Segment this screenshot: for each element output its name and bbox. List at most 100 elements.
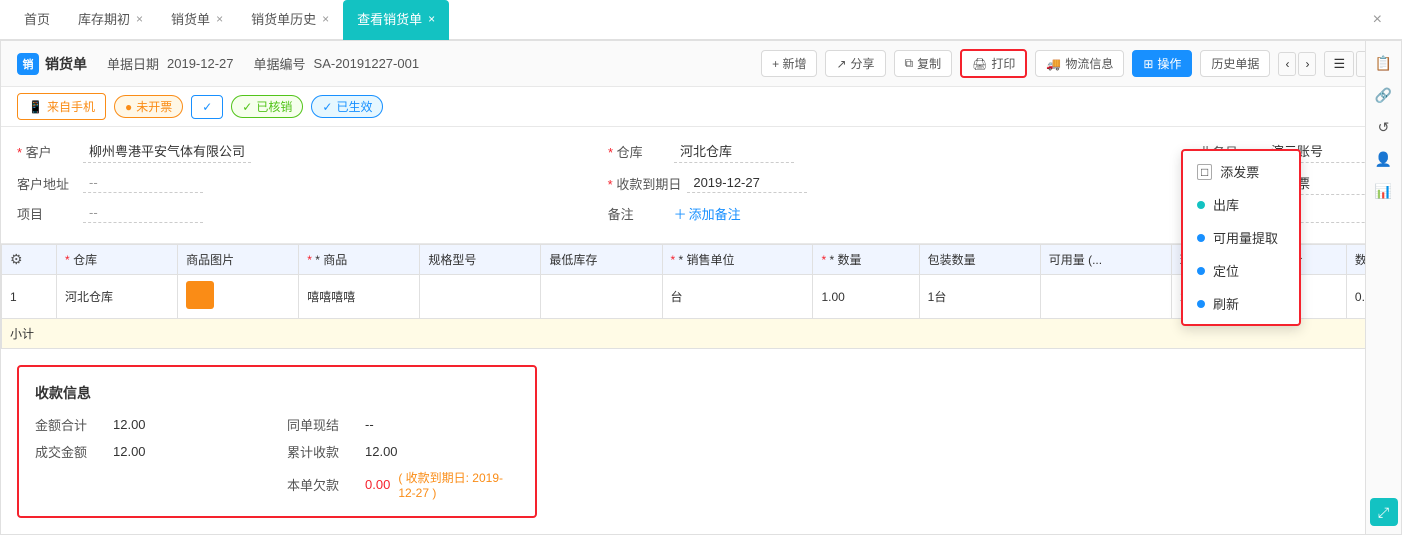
tab-sales[interactable]: 销货单 ×	[157, 0, 237, 40]
operate-button[interactable]: ⊞ 操作	[1132, 50, 1192, 77]
list-view-button[interactable]: ☰	[1324, 51, 1354, 77]
col-product-img: 商品图片	[178, 245, 299, 275]
share-button[interactable]: ↗ 分享	[825, 50, 885, 77]
close-all-button[interactable]: ×	[1363, 11, 1392, 29]
not-open-badge: ● 未开票	[114, 95, 183, 118]
plus-icon: ＋	[674, 204, 687, 223]
row-product: 嘻嘻嘻嘻	[299, 275, 420, 319]
refresh-item[interactable]: 刷新	[1183, 287, 1299, 320]
check2-icon: ✓	[322, 100, 332, 114]
nav-arrows: ‹ ›	[1278, 52, 1316, 76]
from-phone-button[interactable]: 📱 来自手机	[17, 93, 106, 120]
add-invoice-item[interactable]: □ 添发票	[1183, 155, 1299, 188]
row-quantity: 1.00	[813, 275, 919, 319]
tab-sales-history[interactable]: 销货单历史 ×	[237, 0, 343, 40]
sidebar-chart-icon[interactable]: 📊	[1370, 177, 1398, 205]
address-value[interactable]: --	[83, 173, 203, 193]
locate-label: 定位	[1213, 261, 1239, 280]
outbound-label: 出库	[1213, 195, 1239, 214]
form-row-1: 客户 柳州粤港平安气体有限公司 仓库 河北仓库 业务员 演示账号	[17, 139, 1385, 163]
arrears-label: 本单欠款	[287, 475, 357, 494]
history-button[interactable]: 历史单据	[1200, 50, 1270, 77]
sidebar-refresh-icon[interactable]: ↺	[1370, 113, 1398, 141]
outbound-item[interactable]: 出库	[1183, 188, 1299, 221]
sidebar-user-icon[interactable]: 👤	[1370, 145, 1398, 173]
due-date-label: 收款到期日	[608, 174, 682, 193]
transaction-row: 成交金额 12.00	[35, 442, 267, 461]
sold-out-badge: ✓ 已核销	[231, 95, 303, 118]
print-icon: 🖨	[972, 57, 987, 71]
address-group: 客户地址 --	[17, 173, 608, 193]
refresh-label: 刷新	[1213, 294, 1239, 313]
new-button[interactable]: + 新增	[761, 50, 817, 77]
due-info: ( 收款到期日: 2019-12-27 )	[398, 469, 519, 500]
warehouse-value[interactable]: 河北仓库	[674, 139, 794, 163]
col-package-qty: 包装数量	[919, 245, 1040, 275]
col-settings[interactable]: ⚙	[2, 245, 57, 275]
same-bill-row: 同单现结 --	[287, 415, 519, 434]
customer-value[interactable]: 柳州粤港平安气体有限公司	[83, 139, 251, 163]
col-unit: * 销售单位	[662, 245, 813, 275]
col-quantity: * 数量	[813, 245, 919, 275]
arrears-row: 本单欠款 0.00 ( 收款到期日: 2019-12-27 )	[287, 469, 519, 500]
form-row-2: 客户地址 -- 收款到期日 2019-12-27 票据类型 不开票	[17, 171, 1385, 195]
total-row: 金额合计 12.00	[35, 415, 267, 434]
sub-action-bar: 📱 来自手机 ● 未开票 ✓ ✓ 已核销 ✓ 已生效	[1, 87, 1401, 127]
transaction-value: 12.00	[113, 444, 146, 459]
col-product: * 商品	[299, 245, 420, 275]
col-min-stock: 最低库存	[541, 245, 662, 275]
sidebar-clipboard-icon[interactable]: 📋	[1370, 49, 1398, 77]
close-sales-tab[interactable]: ×	[216, 12, 223, 26]
row-available	[1040, 275, 1171, 319]
invoice-icon: □	[1197, 164, 1212, 180]
refresh-dot	[1197, 300, 1205, 308]
print-button[interactable]: 🖨 打印	[960, 49, 1027, 78]
close-view-tab[interactable]: ×	[428, 12, 435, 26]
address-label: 客户地址	[17, 174, 77, 193]
settings-icon[interactable]: ⚙	[10, 251, 23, 267]
close-history-tab[interactable]: ×	[322, 12, 329, 26]
payment-section: 收款信息 金额合计 12.00 同单现结 -- 成交金额 12.00 累计收款 …	[17, 365, 537, 518]
payment-title: 收款信息	[35, 383, 519, 403]
confirm-button[interactable]: ✓	[191, 95, 223, 119]
row-package-qty: 1台	[919, 275, 1040, 319]
notes-label: 备注	[608, 204, 668, 223]
available-qty-item[interactable]: 可用量提取	[1183, 221, 1299, 254]
share-icon: ↗	[836, 57, 846, 71]
product-image	[186, 281, 214, 309]
customer-label: 客户	[17, 142, 77, 161]
due-date-value[interactable]: 2019-12-27	[687, 173, 807, 193]
operate-icon: ⊞	[1143, 57, 1153, 71]
due-date-group: 收款到期日 2019-12-27	[608, 173, 1199, 193]
locate-item[interactable]: 定位	[1183, 254, 1299, 287]
sidebar-expand-icon[interactable]: ⤢	[1370, 498, 1398, 526]
doc-icon: 销	[17, 53, 39, 75]
doc-title: 销 销货单	[17, 53, 87, 75]
tab-bar: 首页 库存期初 × 销货单 × 销货单历史 × 查看销货单 × ×	[0, 0, 1402, 40]
notes-group: 备注 ＋ 添加备注	[608, 204, 1199, 223]
prev-button[interactable]: ‹	[1278, 52, 1296, 76]
add-invoice-label: 添发票	[1220, 162, 1259, 181]
project-value[interactable]: --	[83, 203, 203, 223]
total-label: 金额合计	[35, 415, 105, 434]
row-warehouse: 河北仓库	[57, 275, 178, 319]
outbound-dot	[1197, 201, 1205, 209]
close-inventory-tab[interactable]: ×	[136, 12, 143, 26]
project-group: 项目 --	[17, 203, 608, 223]
tab-view-sales[interactable]: 查看销货单 ×	[343, 0, 449, 40]
copy-button[interactable]: ⧉ 复制	[894, 50, 953, 77]
copy-icon: ⧉	[905, 56, 914, 71]
available-dot	[1197, 234, 1205, 242]
arrears-value: 0.00	[365, 477, 390, 492]
next-button[interactable]: ›	[1298, 52, 1316, 76]
tab-inventory[interactable]: 库存期初 ×	[64, 0, 157, 40]
row-unit: 台	[662, 275, 813, 319]
logistics-button[interactable]: 🚚 物流信息	[1035, 50, 1124, 77]
form-row-3: 项目 -- 备注 ＋ 添加备注 业务员孟 --	[17, 203, 1385, 223]
tab-home[interactable]: 首页	[10, 0, 64, 40]
cumulative-label: 累计收款	[287, 442, 357, 461]
payment-grid: 金额合计 12.00 同单现结 -- 成交金额 12.00 累计收款 12.00	[35, 415, 519, 500]
cumulative-value: 12.00	[365, 444, 398, 459]
sidebar-link-icon[interactable]: 🔗	[1370, 81, 1398, 109]
add-note-button[interactable]: ＋ 添加备注	[674, 204, 741, 223]
